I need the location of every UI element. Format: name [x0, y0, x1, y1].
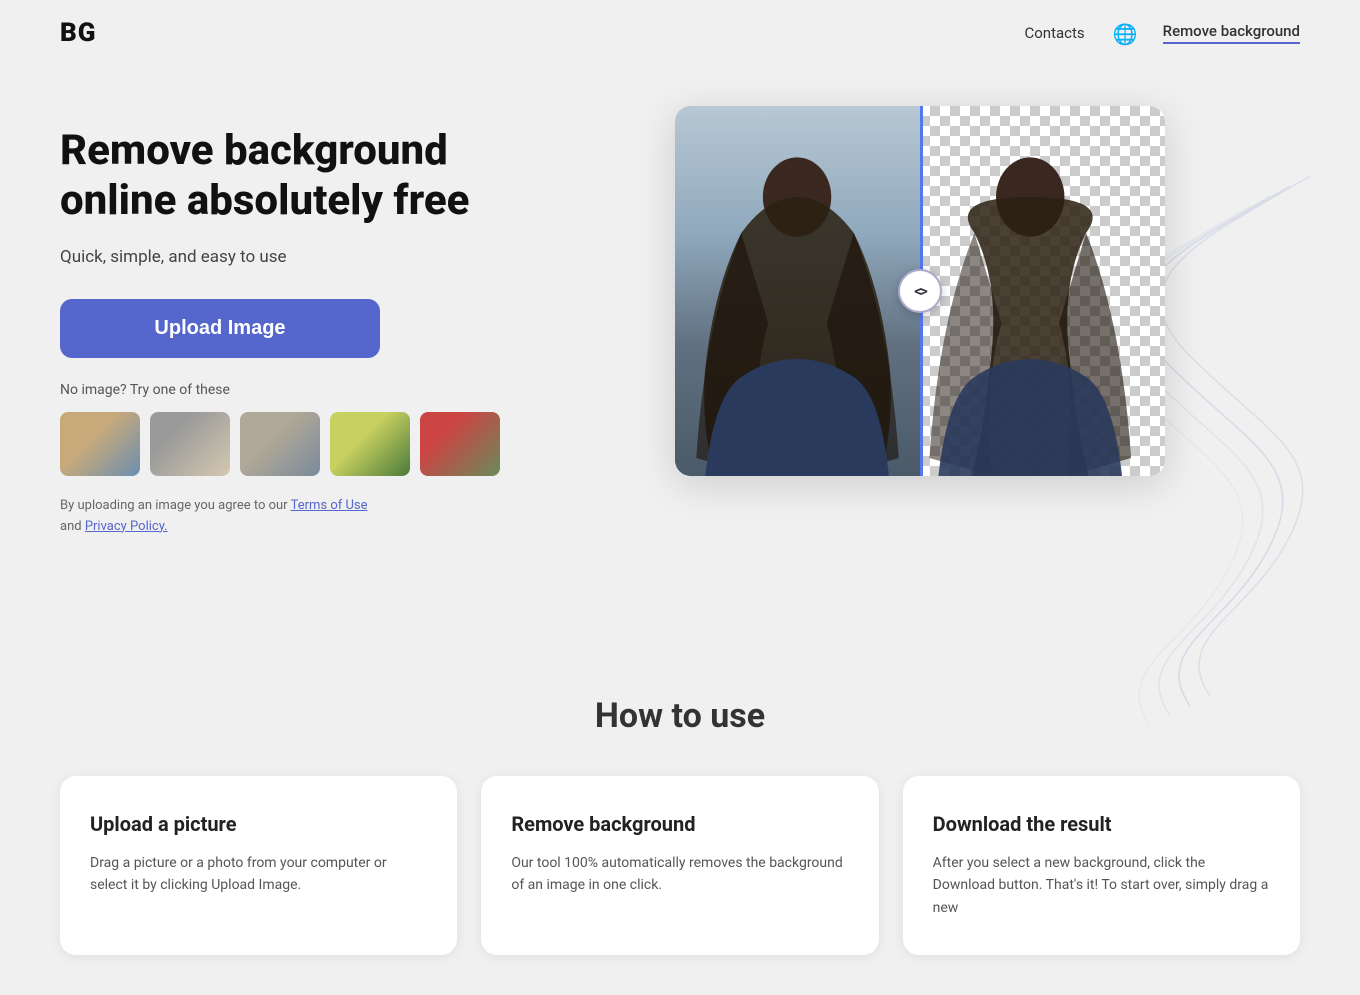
sample-image-5[interactable] — [420, 412, 500, 476]
sample-images-row — [60, 412, 540, 476]
upload-image-button[interactable]: Upload Image — [60, 299, 380, 358]
step-card-1: Upload a picture Drag a picture or a pho… — [60, 776, 457, 955]
globe-icon[interactable]: 🌐 — [1113, 22, 1135, 44]
sample-image-1[interactable] — [60, 412, 140, 476]
logo: BG — [60, 18, 97, 48]
hero-subtitle: Quick, simple, and easy to use — [60, 247, 540, 267]
step-1-title: Upload a picture — [90, 812, 427, 836]
image-comparison: <> — [675, 106, 1165, 476]
hero-right: <> — [540, 106, 1300, 476]
step-card-2: Remove background Our tool 100% automati… — [481, 776, 878, 955]
compare-handle-button[interactable]: <> — [898, 269, 942, 313]
step-card-3: Download the result After you select a n… — [903, 776, 1300, 955]
hero-left: Remove background online absolutely free… — [60, 106, 540, 537]
hero-section: Remove background online absolutely free… — [0, 66, 1360, 636]
header: BG Contacts 🌐 Remove background — [0, 0, 1360, 66]
transparent-photo-side — [920, 106, 1165, 476]
nav-contacts-link[interactable]: Contacts — [1024, 24, 1084, 42]
main-nav: Contacts 🌐 Remove background — [1024, 22, 1300, 44]
terms-of-use-link[interactable]: Terms of Use — [291, 498, 368, 513]
privacy-prefix: and — [60, 519, 85, 534]
nav-remove-bg-link[interactable]: Remove background — [1163, 22, 1300, 44]
privacy-policy-link[interactable]: Privacy Policy. — [85, 519, 168, 534]
step-3-text: After you select a new background, click… — [933, 852, 1270, 919]
step-3-title: Download the result — [933, 812, 1270, 836]
sample-image-4[interactable] — [330, 412, 410, 476]
no-image-text: No image? Try one of these — [60, 382, 540, 398]
compare-arrows-icon: <> — [914, 282, 925, 300]
step-2-title: Remove background — [511, 812, 848, 836]
terms-text: By uploading an image you agree to our T… — [60, 496, 540, 538]
hero-title: Remove background online absolutely free — [60, 126, 540, 227]
terms-prefix: By uploading an image you agree to our — [60, 498, 291, 513]
sample-image-2[interactable] — [150, 412, 230, 476]
sample-image-3[interactable] — [240, 412, 320, 476]
steps-grid: Upload a picture Drag a picture or a pho… — [60, 776, 1300, 955]
